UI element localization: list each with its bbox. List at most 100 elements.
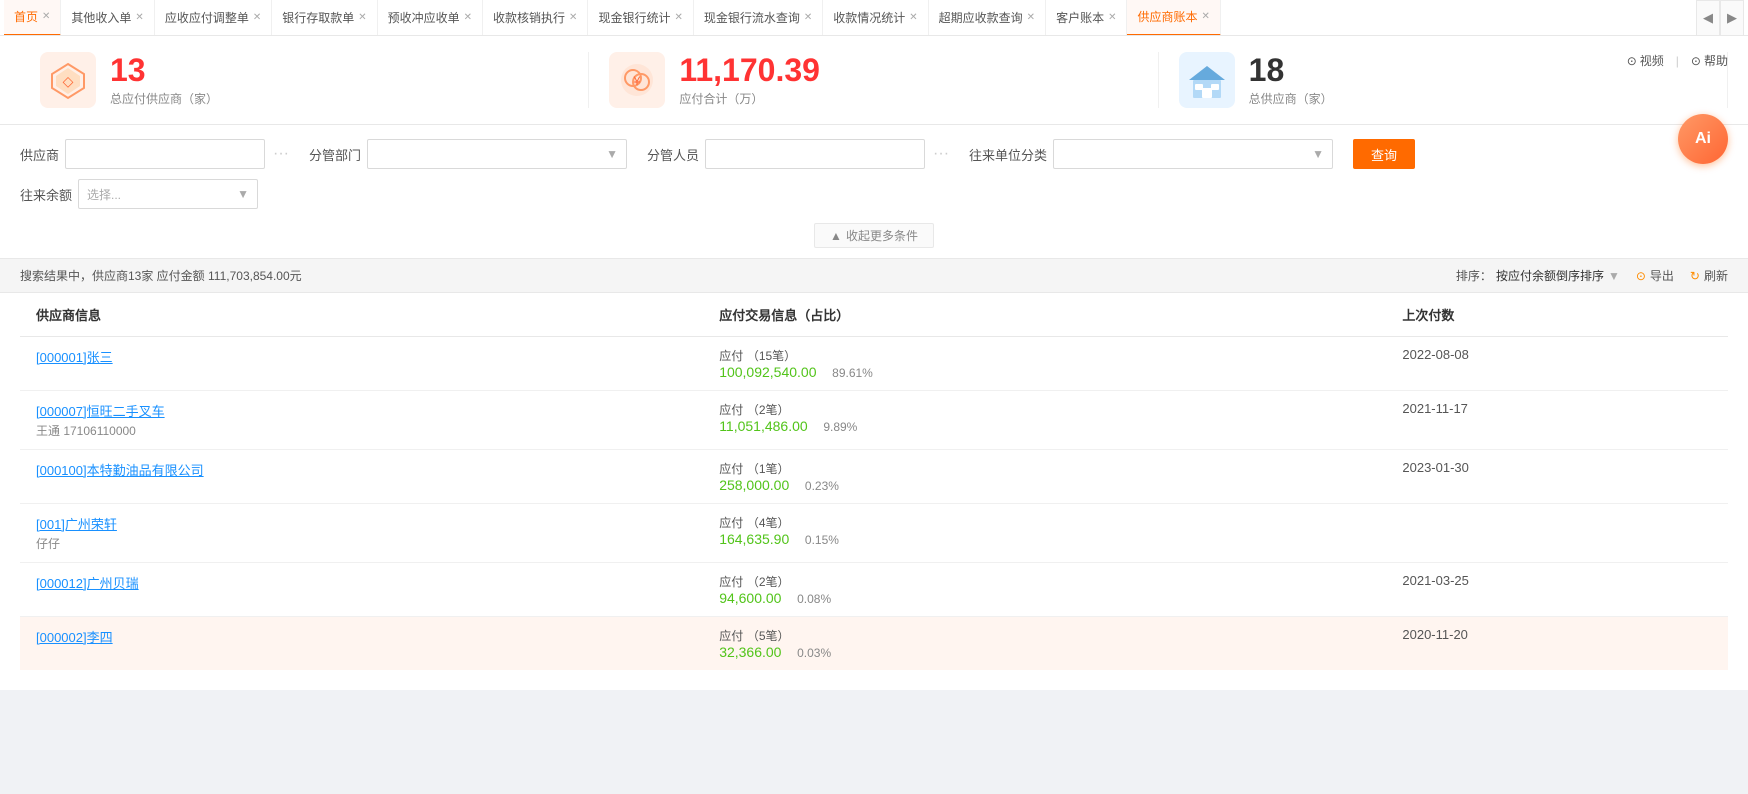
total-amount-label: 应付合计（万） [679,90,820,107]
nav-tab-customer-book[interactable]: 客户账本 ✕ [1046,0,1127,36]
category-select[interactable]: ▼ [1053,139,1333,169]
nav-right-arrow[interactable]: ▶ [1720,0,1744,36]
supplier-dots[interactable]: ··· [273,145,289,163]
video-link[interactable]: ⊙ 视频 [1627,52,1664,69]
dept-label: 分管部门 [309,145,361,164]
nav-tab-other-income[interactable]: 其他收入单 ✕ [61,0,154,36]
supplier-cell: [000001]张三 [20,337,703,391]
tx-pct: 0.15% [793,533,839,547]
nav-tab-adjust[interactable]: 应收应付调整单 ✕ [155,0,272,36]
tx-pct: 89.61% [820,366,873,380]
nav-tab-home[interactable]: 首页 ✕ [4,0,61,36]
nav-tab-overdue-close[interactable]: ✕ [1027,12,1035,23]
tx-count: （4笔） [747,516,790,530]
nav-tab-cash-query-close[interactable]: ✕ [804,12,812,23]
supplier-link[interactable]: [000007]恒旺二手叉车 [36,404,165,419]
help-icon: ⊙ [1691,54,1701,68]
nav-tab-prepay-close[interactable]: ✕ [464,12,472,23]
supplier-link[interactable]: [000002]李四 [36,630,113,645]
supplier-link[interactable]: [001]广州荣轩 [36,517,117,532]
nav-tab-verify-label: 收款核销执行 [493,9,565,26]
tx-label: 应付 [719,575,743,589]
filter-balance: 往来余额 选择... ▼ [20,179,258,209]
amount-value[interactable]: 11,051,486.00 [719,418,808,434]
supplier-link[interactable]: [000100]本特勤油品有限公司 [36,463,204,478]
sort-chevron-down-icon: ▼ [1608,269,1620,283]
summary-item-amount: ¥ 11,170.39 应付合计（万） [589,52,1158,108]
top-right-links: ⊙ 视频 | ⊙ 帮助 [1627,52,1728,69]
nav-tab-cash-stat[interactable]: 现金银行统计 ✕ [588,0,693,36]
amount-value[interactable]: 164,635.90 [719,531,789,547]
supplier-sub-info: 王通 17106110000 [36,422,687,439]
supplier-cell: [000012]广州贝瑞 [20,563,703,617]
nav-tab-cash-stat-close[interactable]: ✕ [674,12,682,23]
tx-cell: 应付 （4笔） 164,635.90 0.15% [703,504,1386,563]
result-summary-text: 搜索结果中，供应商13家 应付金额 111,703,854.00元 [20,267,302,284]
amount-value[interactable]: 258,000.00 [719,477,789,493]
all-suppliers-info: 18 总供应商（家） [1249,54,1333,107]
dept-select[interactable]: ▼ [367,139,627,169]
balance-select[interactable]: 选择... ▼ [78,179,258,209]
nav-tab-home-close[interactable]: ✕ [42,11,50,22]
nav-tab-customer-book-close[interactable]: ✕ [1108,12,1116,23]
last-pay-date: 2021-03-25 [1402,573,1469,588]
tx-count: （1笔） [747,462,790,476]
nav-tab-verify[interactable]: 收款核销执行 ✕ [483,0,588,36]
export-icon: ⊙ [1636,269,1646,283]
amount-value[interactable]: 100,092,540.00 [719,364,816,380]
amount-value[interactable]: 32,366.00 [719,644,781,660]
export-button[interactable]: ⊙ 导出 [1636,267,1674,284]
th-supplier-info: 供应商信息 [20,293,703,337]
supplier-link[interactable]: [000001]张三 [36,350,113,365]
nav-tab-customer-book-label: 客户账本 [1056,9,1104,26]
collapse-button[interactable]: ▲ 收起更多条件 [814,223,934,248]
nav-tab-recv-stat-close[interactable]: ✕ [909,12,917,23]
collapse-label: 收起更多条件 [846,227,918,244]
nav-tab-prepay[interactable]: 预收冲应收单 ✕ [378,0,483,36]
amount-info: 11,170.39 应付合计（万） [679,54,820,107]
person-input[interactable] [705,139,925,169]
total-all-suppliers-number: 18 [1249,54,1333,86]
table-row: [000007]恒旺二手叉车王通 17106110000 应付 （2笔） 11,… [20,391,1728,450]
tx-count: （2笔） [747,403,790,417]
nav-tab-bank-close[interactable]: ✕ [358,12,366,23]
supplier-link[interactable]: [000012]广州贝瑞 [36,576,139,591]
supplier-cell: [000002]李四 [20,617,703,671]
top-navigation: 首页 ✕ 其他收入单 ✕ 应收应付调整单 ✕ 银行存取款单 ✕ 预收冲应收单 ✕… [0,0,1748,36]
nav-left-arrow[interactable]: ◀ [1696,0,1720,36]
query-button[interactable]: 查询 [1353,139,1415,169]
amount-value[interactable]: 94,600.00 [719,590,781,606]
sort-value[interactable]: 按应付余额倒序排序 [1496,267,1604,284]
filter-person: 分管人员 ··· [647,139,949,169]
coins-icon: ¥ [609,52,665,108]
nav-tab-adjust-close[interactable]: ✕ [253,12,261,23]
nav-tab-cash-query[interactable]: 现金银行流水查询 ✕ [694,0,823,36]
ai-button[interactable]: Ai [1678,114,1728,164]
table-row: [001]广州荣轩仔仔 应付 （4笔） 164,635.90 0.15% [20,504,1728,563]
nav-tab-other-income-close[interactable]: ✕ [135,12,143,23]
refresh-button[interactable]: ↻ 刷新 [1690,267,1728,284]
supplier-input[interactable] [65,139,265,169]
person-dots[interactable]: ··· [933,145,949,163]
nav-tab-overdue[interactable]: 超期应收款查询 ✕ [929,0,1046,36]
supplier-label: 供应商 [20,145,59,164]
table-row: [000002]李四 应付 （5笔） 32,366.00 0.03% 2020-… [20,617,1728,671]
tx-count: （5笔） [747,629,790,643]
result-bar: 搜索结果中，供应商13家 应付金额 111,703,854.00元 排序： 按应… [0,259,1748,293]
balance-label: 往来余额 [20,185,72,204]
nav-tab-supplier-book-label: 供应商账本 [1137,8,1197,25]
nav-tab-bank-label: 银行存取款单 [282,9,354,26]
collapse-up-icon: ▲ [830,229,842,243]
nav-tab-recv-stat[interactable]: 收款情况统计 ✕ [823,0,928,36]
tx-label: 应付 [719,349,743,363]
nav-tab-bank[interactable]: 银行存取款单 ✕ [272,0,377,36]
last-pay-cell: 2021-03-25 [1386,563,1728,617]
tx-cell: 应付 （15笔） 100,092,540.00 89.61% [703,337,1386,391]
nav-tab-supplier-book[interactable]: 供应商账本 ✕ [1127,0,1220,36]
help-link[interactable]: ⊙ 帮助 [1691,52,1728,69]
tx-pct: 0.03% [785,646,831,660]
nav-tab-adjust-label: 应收应付调整单 [165,9,249,26]
tx-cell: 应付 （1笔） 258,000.00 0.23% [703,450,1386,504]
nav-tab-supplier-book-close[interactable]: ✕ [1201,11,1209,22]
nav-tab-verify-close[interactable]: ✕ [569,12,577,23]
